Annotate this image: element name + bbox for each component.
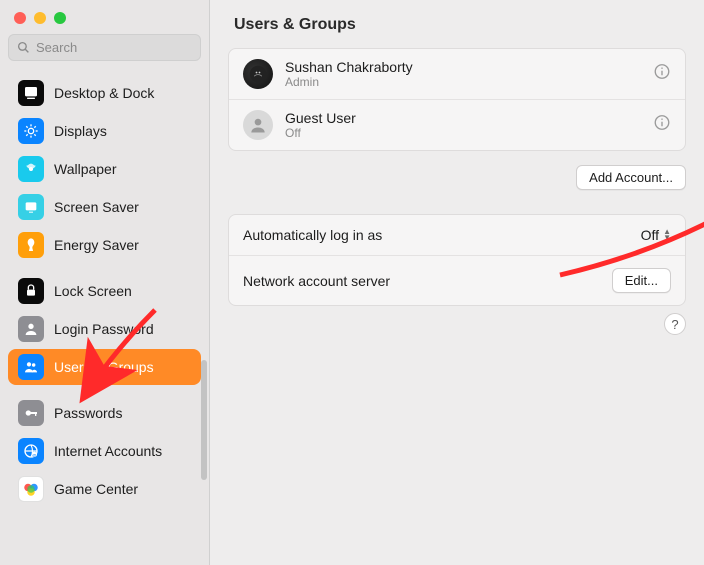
- sidebar-item-displays[interactable]: Displays: [8, 113, 201, 149]
- add-account-button[interactable]: Add Account...: [576, 165, 686, 190]
- minimize-button[interactable]: [34, 12, 46, 24]
- sidebar-item-screensaver[interactable]: Screen Saver: [8, 189, 201, 225]
- search-placeholder: Search: [36, 40, 77, 55]
- user-row[interactable]: Guest User Off: [229, 99, 685, 150]
- page-title: Users & Groups: [234, 16, 686, 34]
- network-server-row: Network account server Edit...: [229, 255, 685, 305]
- avatar: [243, 59, 273, 89]
- user-role: Off: [285, 126, 356, 140]
- sidebar-scrollbar[interactable]: [201, 360, 207, 480]
- sidebar-item-label: Lock Screen: [54, 283, 132, 299]
- loginpass-icon: [18, 316, 44, 342]
- sidebar-item-label: Internet Accounts: [54, 443, 162, 459]
- info-icon[interactable]: [653, 114, 671, 137]
- sidebar-item-internet-accounts[interactable]: @ Internet Accounts: [8, 433, 201, 469]
- close-button[interactable]: [14, 12, 26, 24]
- user-name: Guest User: [285, 110, 356, 126]
- auto-login-select[interactable]: Off ▲▼: [641, 227, 671, 243]
- sidebar: Search Desktop & Dock Displays Wa: [0, 0, 210, 565]
- window-controls: [0, 0, 209, 34]
- sidebar-item-gamecenter[interactable]: Game Center: [8, 471, 201, 507]
- maximize-button[interactable]: [54, 12, 66, 24]
- auto-login-row: Automatically log in as Off ▲▼: [229, 215, 685, 255]
- sidebar-item-loginpassword[interactable]: Login Password: [8, 311, 201, 347]
- info-icon[interactable]: [653, 63, 671, 86]
- sidebar-item-label: Login Password: [54, 321, 154, 337]
- sidebar-item-wallpaper[interactable]: Wallpaper: [8, 151, 201, 187]
- users-list: Sushan Chakraborty Admin Guest User Off: [228, 48, 686, 151]
- sidebar-item-users-groups[interactable]: Users & Groups: [8, 349, 201, 385]
- sidebar-item-label: Desktop & Dock: [54, 85, 154, 101]
- sidebar-item-label: Game Center: [54, 481, 138, 497]
- lockscreen-icon: [18, 278, 44, 304]
- avatar: [243, 110, 273, 140]
- help-button[interactable]: ?: [664, 313, 686, 335]
- auto-login-value: Off: [641, 227, 659, 243]
- sidebar-nav: Desktop & Dock Displays Wallpaper Screen…: [0, 71, 209, 565]
- sidebar-item-passwords[interactable]: Passwords: [8, 395, 201, 431]
- sidebar-item-label: Energy Saver: [54, 237, 139, 253]
- sidebar-item-label: Users & Groups: [54, 359, 154, 375]
- add-account-row: Add Account...: [228, 165, 686, 190]
- wallpaper-icon: [18, 156, 44, 182]
- settings-list: Automatically log in as Off ▲▼ Network a…: [228, 214, 686, 306]
- sidebar-item-lockscreen[interactable]: Lock Screen: [8, 273, 201, 309]
- user-name: Sushan Chakraborty: [285, 59, 413, 75]
- search-icon: [17, 41, 30, 54]
- sidebar-item-label: Passwords: [54, 405, 122, 421]
- settings-window: Search Desktop & Dock Displays Wa: [0, 0, 704, 565]
- user-text: Sushan Chakraborty Admin: [285, 59, 413, 89]
- help-label: ?: [671, 317, 678, 332]
- svg-text:@: @: [32, 452, 36, 457]
- displays-icon: [18, 118, 44, 144]
- user-row[interactable]: Sushan Chakraborty Admin: [229, 49, 685, 99]
- chevron-up-down-icon: ▲▼: [663, 229, 671, 241]
- sidebar-item-energy[interactable]: Energy Saver: [8, 227, 201, 263]
- edit-button[interactable]: Edit...: [612, 268, 671, 293]
- passwords-icon: [18, 400, 44, 426]
- user-text: Guest User Off: [285, 110, 356, 140]
- network-server-label: Network account server: [243, 273, 390, 289]
- user-role: Admin: [285, 75, 413, 89]
- internet-icon: @: [18, 438, 44, 464]
- screensaver-icon: [18, 194, 44, 220]
- sidebar-item-label: Displays: [54, 123, 107, 139]
- search-container: Search: [0, 34, 209, 71]
- energy-icon: [18, 232, 44, 258]
- main-panel: Users & Groups Sushan Chakraborty Admin: [210, 0, 704, 565]
- sidebar-item-label: Screen Saver: [54, 199, 139, 215]
- sidebar-item-desktop-dock[interactable]: Desktop & Dock: [8, 75, 201, 111]
- auto-login-label: Automatically log in as: [243, 227, 382, 243]
- gamecenter-icon: [18, 476, 44, 502]
- search-input[interactable]: Search: [8, 34, 201, 61]
- users-icon: [18, 354, 44, 380]
- desktop-dock-icon: [18, 80, 44, 106]
- sidebar-item-label: Wallpaper: [54, 161, 117, 177]
